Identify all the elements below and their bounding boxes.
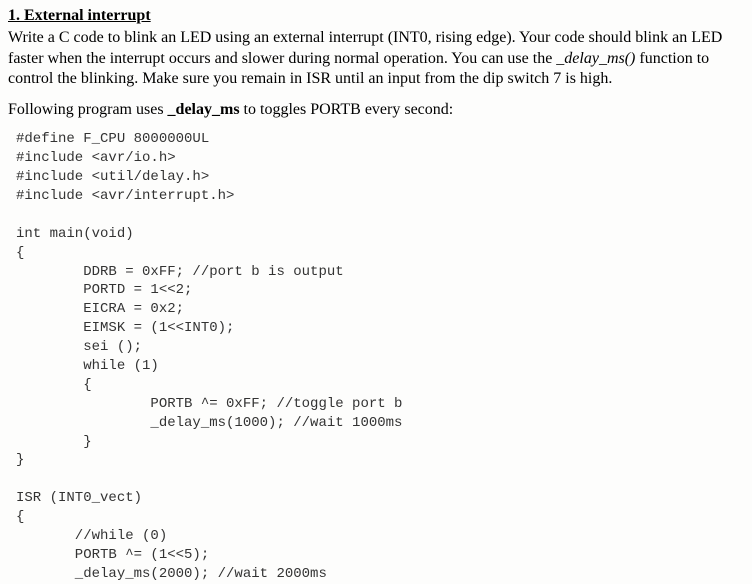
function-name-italic: _delay_ms() (556, 50, 635, 67)
problem-statement: Write a C code to blink an LED using an … (8, 28, 744, 89)
code-listing: #define F_CPU 8000000UL #include <avr/io… (16, 130, 744, 583)
section-heading: 1. External interrupt (8, 6, 744, 26)
function-name-bold: _delay_ms (168, 101, 240, 118)
following-intro: Following program uses _delay_ms to togg… (8, 100, 744, 120)
following-part2: to toggles PORTB every second: (240, 101, 454, 118)
following-part1: Following program uses (8, 101, 168, 118)
